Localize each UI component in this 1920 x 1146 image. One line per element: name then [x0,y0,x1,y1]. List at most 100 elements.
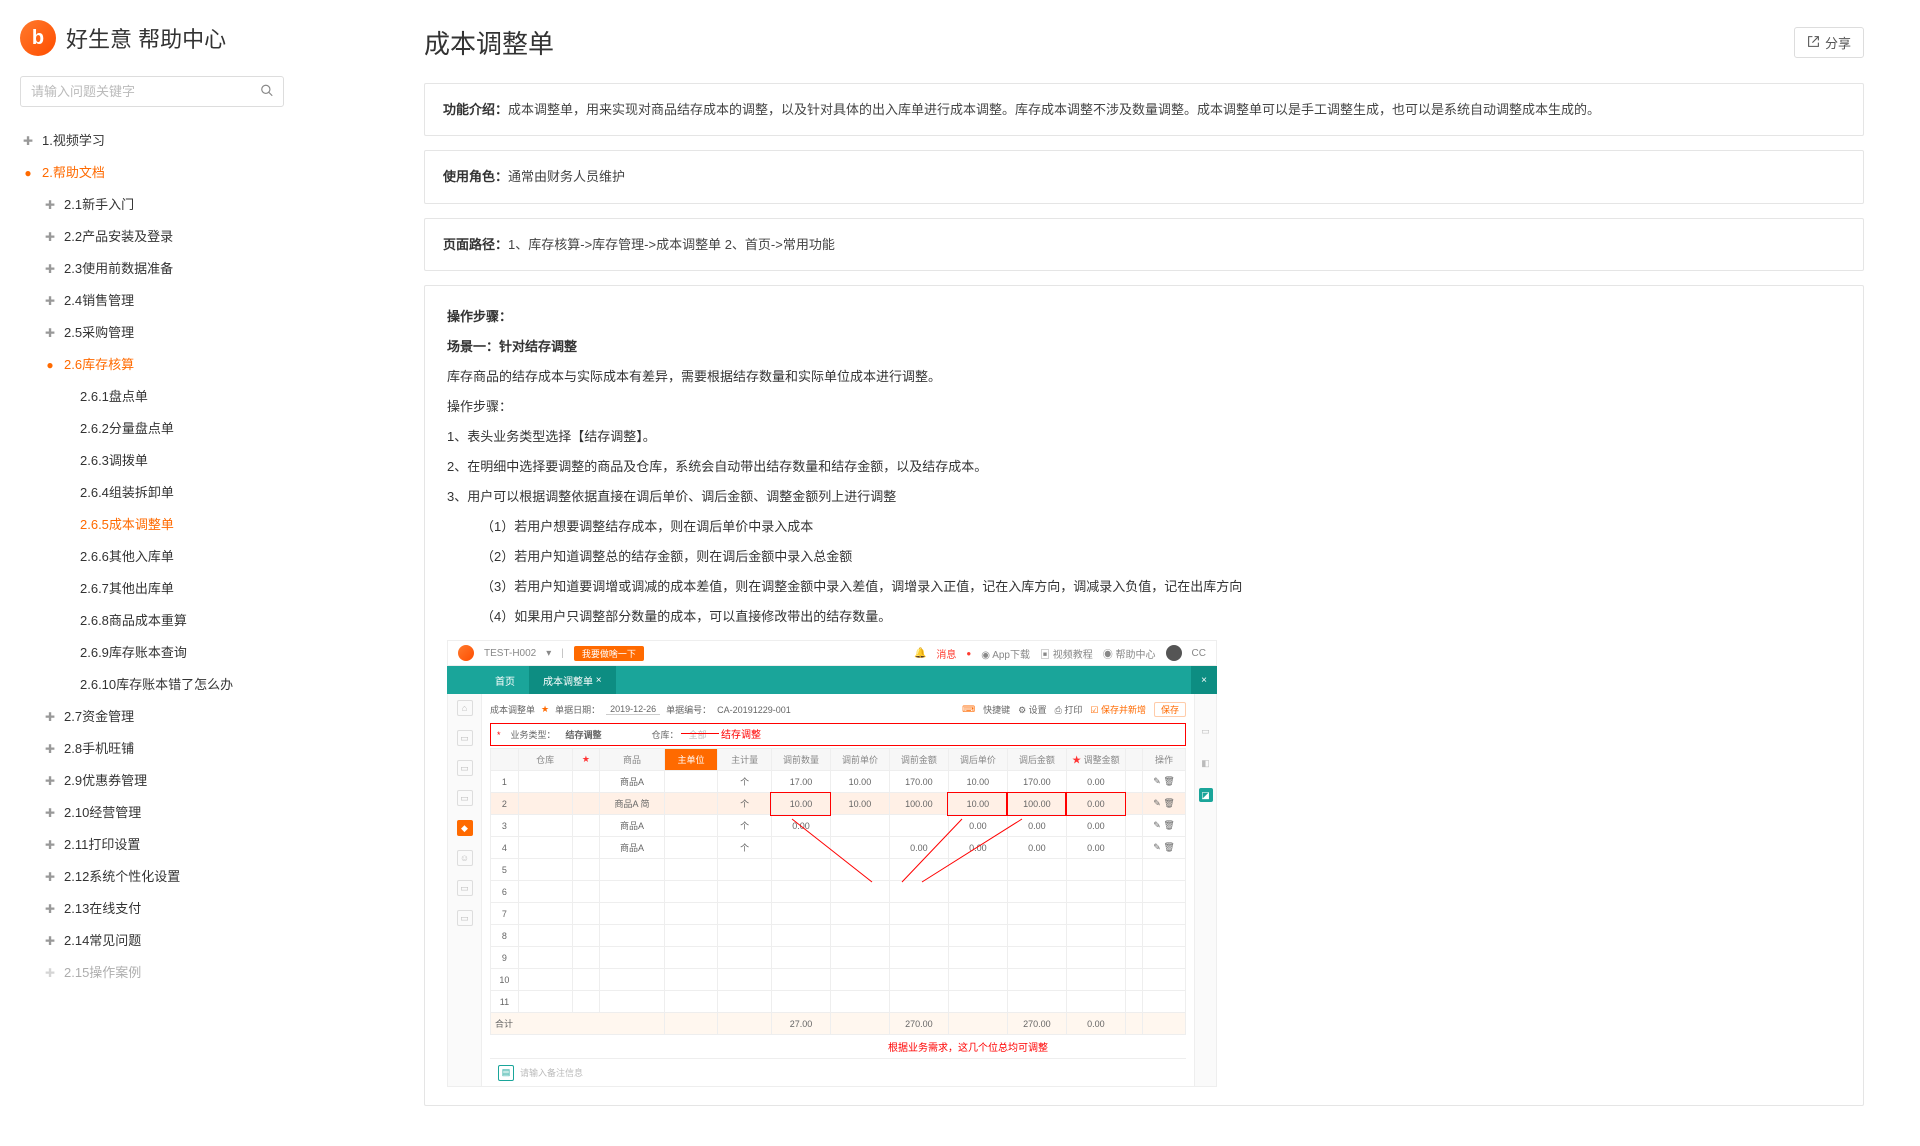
home-icon: ⌂ [457,700,473,716]
nav-2-1[interactable]: ✚2.1新手入门 [20,189,284,221]
scene1-desc: 库存商品的结存成本与实际成本有差异，需要根据结存数量和实际单位成本进行调整。 [447,364,1841,390]
path-label: 页面路径： [443,237,508,252]
person-icon: ☺ [457,850,473,866]
ss-date: 2019-12-26 [606,704,660,715]
ss-table: 仓库 ★ 商品 主单位 主计量调前数量调前单价调前金额调后单价调后金额 ★ 调整… [490,748,1186,1035]
role-text: 通常由财务人员维护 [508,169,625,184]
sidebar: b 好生意 帮助中心 ✚1.视频学习 ●2.帮助文档 ✚2.1新手入门 ✚2.2… [0,0,304,1146]
ss-app: ◉ App下载 [981,646,1030,661]
nav-2-6-2[interactable]: 2.6.2分量盘点单 [20,413,284,445]
nav-2-6-4[interactable]: 2.6.4组装拆卸单 [20,477,284,509]
search-icon[interactable] [260,83,274,100]
nav-2-11[interactable]: ✚2.11打印设置 [20,829,284,861]
plus-icon: ✚ [42,317,58,349]
active-module-icon: ◆ [457,820,473,836]
plus-icon: ✚ [42,765,58,797]
plus-icon: ✚ [42,221,58,253]
close-icon: × [1191,666,1217,694]
nav-1-video[interactable]: ✚1.视频学习 [20,125,284,157]
ss-left-rail: ⌂ ▭ ▭ ▭ ◆ ☺ ▭ ▭ [448,694,482,1086]
rail-icon: ▭ [1199,724,1213,738]
ss-video: ▣ 视频教程 [1040,646,1093,661]
page-title: 成本调整单 [424,24,554,61]
logo[interactable]: b 好生意 帮助中心 [20,20,284,56]
nav-2-6-7[interactable]: 2.6.7其他出库单 [20,573,284,605]
nav-2-3[interactable]: ✚2.3使用前数据准备 [20,253,284,285]
share-button[interactable]: 分享 [1794,27,1864,58]
avatar-icon [1166,645,1182,661]
nav-2-6-5-active[interactable]: 2.6.5成本调整单 [20,509,284,541]
doc-icon: ▭ [457,730,473,746]
path-text: 1、库存核算->库存管理->成本调整单 2、首页->常用功能 [508,237,835,252]
nav-2-10[interactable]: ✚2.10经营管理 [20,797,284,829]
ss-main: 成本调整单 ★ 单据日期： 2019-12-26 单据编号： CA-201912… [482,694,1194,1086]
ss-code: CA-20191229-001 [717,705,791,715]
nav-2-4[interactable]: ✚2.4销售管理 [20,285,284,317]
nav-2-6-9[interactable]: 2.6.9库存账本查询 [20,637,284,669]
search-input[interactable] [20,76,284,107]
nav-2-6-6[interactable]: 2.6.6其他入库单 [20,541,284,573]
ss-logo-icon [458,645,474,661]
step-3a: （1）若用户想要调整结存成本，则在调后单价中录入成本 [447,514,1841,540]
step-3b: （2）若用户知道调整总的结存金额，则在调后金额中录入总金额 [447,544,1841,570]
intro-box: 功能介绍：成本调整单，用来实现对商品结存成本的调整，以及针对具体的出入库单进行成… [424,83,1864,136]
rail-icon: ◧ [1199,756,1213,770]
calendar-icon: ▭ [457,790,473,806]
nav-2-14[interactable]: ✚2.14常见问题 [20,925,284,957]
plus-icon: ✚ [42,861,58,893]
required-icon: * [497,730,501,740]
embedded-screenshot: TEST-H002 ▾ | 我要做啥一下 🔔消息● ◉ App下载 ▣ 视频教程… [447,640,1217,1087]
nav-2-6-1[interactable]: 2.6.1盘点单 [20,381,284,413]
main-content: 成本调整单 分享 功能介绍：成本调整单，用来实现对商品结存成本的调整，以及针对具… [304,0,1920,1146]
ss-msg: 消息 [936,646,956,661]
step-2: 2、在明细中选择要调整的商品及仓库，系统会自动带出结存数量和结存金额，以及结存成… [447,454,1841,480]
nav-tree: ✚1.视频学习 ●2.帮助文档 ✚2.1新手入门 ✚2.2产品安装及登录 ✚2.… [20,125,284,989]
chart-icon: ▭ [457,880,473,896]
rail-icon-active: ◪ [1199,788,1213,802]
intro-text: 成本调整单，用来实现对商品结存成本的调整，以及针对具体的出入库单进行成本调整。库… [508,102,1600,117]
plus-icon: ✚ [42,285,58,317]
nav-2-docs[interactable]: ●2.帮助文档 [20,157,284,189]
ss-foot-text: 请输入备注信息 [520,1066,583,1079]
path-box: 页面路径：1、库存核算->库存管理->成本调整单 2、首页->常用功能 [424,218,1864,271]
nav-2-12[interactable]: ✚2.12系统个性化设置 [20,861,284,893]
nav-2-9[interactable]: ✚2.9优惠券管理 [20,765,284,797]
nav-2-7[interactable]: ✚2.7资金管理 [20,701,284,733]
site-title: 好生意 帮助中心 [66,22,226,54]
nav-2-13[interactable]: ✚2.13在线支付 [20,893,284,925]
scene1-title: 场景一：针对结存调整 [447,334,1841,360]
role-box: 使用角色：通常由财务人员维护 [424,150,1864,203]
step-3c: （3）若用户知道要调增或调减的成本差值，则在调整金额中录入差值，调增录入正值，记… [447,574,1841,600]
plus-icon: ✚ [42,957,58,989]
ss-type-val: 结存调整 [566,728,602,741]
nav-2-6[interactable]: ●2.6库存核算 [20,349,284,381]
share-icon [1807,35,1820,51]
ss-topbar: TEST-H002 ▾ | 我要做啥一下 🔔消息● ◉ App下载 ▣ 视频教程… [447,640,1217,666]
nav-2-6-3[interactable]: 2.6.3调拨单 [20,445,284,477]
plus-icon: ✚ [42,829,58,861]
logo-icon: b [20,20,56,56]
ss-tab-home: 首页 [481,666,529,694]
plus-icon: ✚ [42,189,58,221]
nav-2-8[interactable]: ✚2.8手机旺铺 [20,733,284,765]
nav-2-2[interactable]: ✚2.2产品安装及登录 [20,221,284,253]
steps-label2: 操作步骤： [447,394,1841,420]
nav-2-6-10[interactable]: 2.6.10库存账本错了怎么办 [20,669,284,701]
steps-box: 操作步骤： 场景一：针对结存调整 库存商品的结存成本与实际成本有差异，需要根据结… [424,285,1864,1106]
nav-2-6-8[interactable]: 2.6.8商品成本重算 [20,605,284,637]
ss-footer: ▤ 请输入备注信息 [490,1058,1186,1086]
plus-icon: ✚ [42,733,58,765]
steps-label: 操作步骤： [447,304,1841,330]
ss-store-lbl: 仓库： [652,728,679,741]
store-icon: ▭ [457,910,473,926]
bell-icon: 🔔 [914,648,926,659]
plus-icon: ✚ [42,701,58,733]
ss-annot2: 根据业务需求，这几个位总均可调整 [750,1039,1186,1054]
nav-2-15[interactable]: ✚2.15操作案例 [20,957,284,989]
ss-filter-row: * 业务类型： 结存调整 仓库： 全部 结存调整 [490,723,1186,746]
chevron-down-icon: ▾ [546,648,551,659]
minus-icon: ● [20,157,36,189]
ss-date-lbl: 单据日期： [555,703,600,716]
ss-type-lbl: 业务类型： [511,728,556,741]
nav-2-5[interactable]: ✚2.5采购管理 [20,317,284,349]
